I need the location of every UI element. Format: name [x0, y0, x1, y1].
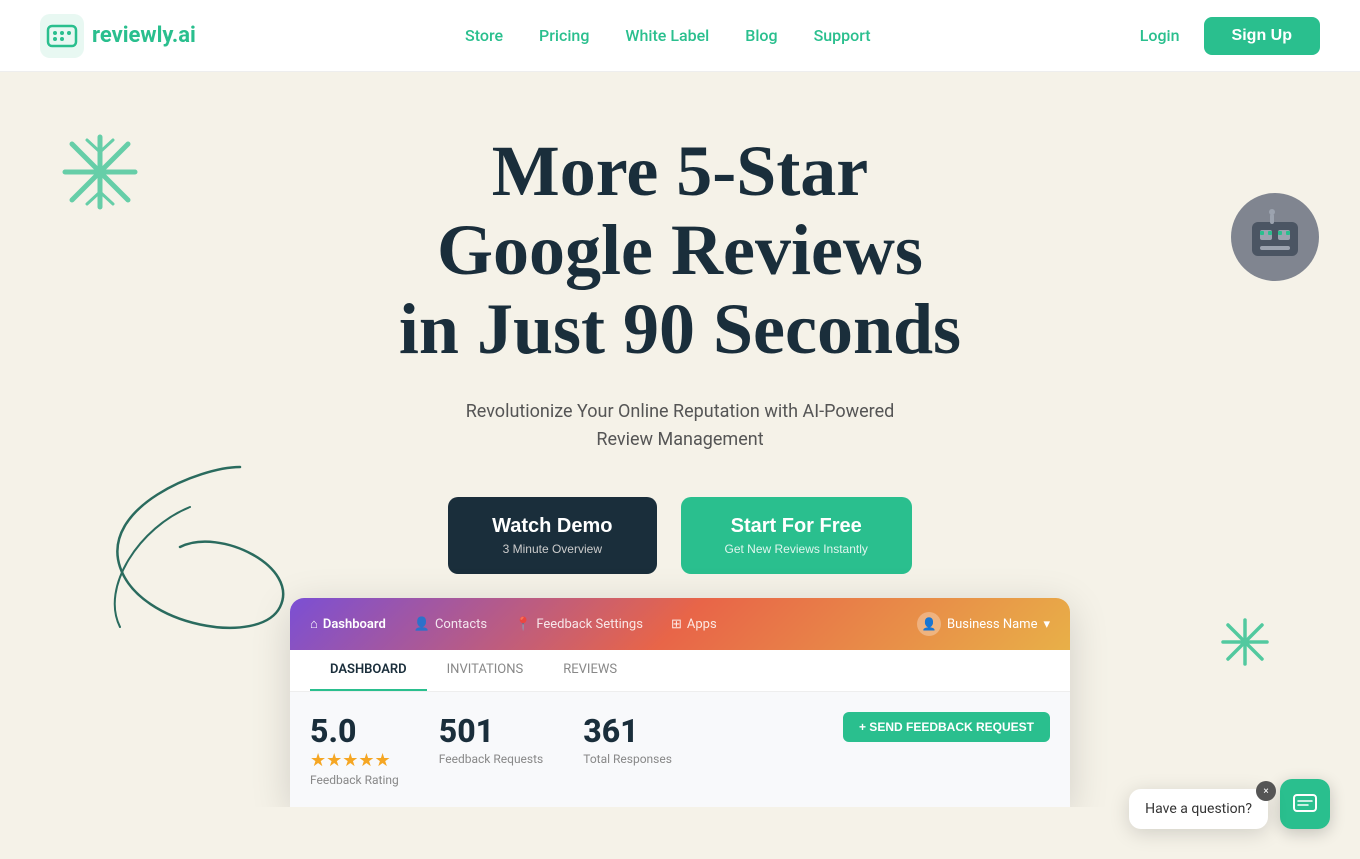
tab-dashboard[interactable]: DASHBOARD [310, 650, 427, 691]
signup-button[interactable]: Sign Up [1204, 17, 1320, 55]
logo[interactable]: reviewly.ai [40, 14, 196, 58]
start-free-sublabel: Get New Reviews Instantly [725, 542, 868, 556]
login-link[interactable]: Login [1140, 26, 1180, 45]
stat-feedback-rating: 5.0 ★★★★★ Feedback Rating [310, 712, 399, 787]
tab-reviews[interactable]: REVIEWS [543, 650, 637, 691]
dashboard-nav: ⌂ Dashboard 👤 Contacts 📍 Feedback Settin… [310, 616, 717, 632]
snowflake-left-icon [60, 132, 140, 212]
nav-links: Store Pricing White Label Blog Support [465, 26, 871, 45]
hero-section: More 5-Star Google Reviews in Just 90 Se… [0, 72, 1360, 807]
dashboard-content: 5.0 ★★★★★ Feedback Rating 501 Feedback R… [290, 692, 1070, 807]
start-free-button[interactable]: Start For Free Get New Reviews Instantly [681, 497, 912, 574]
dashboard-topbar: ⌂ Dashboard 👤 Contacts 📍 Feedback Settin… [290, 598, 1070, 650]
watch-demo-sublabel: 3 Minute Overview [503, 542, 602, 556]
dash-nav-contacts[interactable]: 👤 Contacts [414, 616, 487, 632]
nav-right: Login Sign Up [1140, 17, 1320, 55]
stat-feedback-requests: 501 Feedback Requests [439, 712, 543, 787]
hero-title: More 5-Star Google Reviews in Just 90 Se… [20, 132, 1340, 370]
nav-item-store[interactable]: Store [465, 26, 503, 45]
chat-question-text: Have a question? [1145, 801, 1252, 817]
snowflake-right-icon [1220, 617, 1270, 667]
dashboard-stats: 5.0 ★★★★★ Feedback Rating 501 Feedback R… [310, 712, 823, 787]
chat-bubble: Have a question? × [1129, 789, 1268, 829]
nav-item-pricing[interactable]: Pricing [539, 26, 589, 45]
chat-close-button[interactable]: × [1256, 781, 1276, 801]
logo-icon [40, 14, 84, 58]
dashboard-preview: ⌂ Dashboard 👤 Contacts 📍 Feedback Settin… [290, 598, 1070, 807]
dashboard-tabs: DASHBOARD INVITATIONS REVIEWS [290, 650, 1070, 692]
robot-icon [1230, 192, 1320, 282]
dash-nav-feedback[interactable]: 📍 Feedback Settings [515, 616, 643, 632]
tab-invitations[interactable]: INVITATIONS [427, 650, 544, 691]
stat-total-responses: 361 Total Responses [583, 712, 672, 787]
nav-item-support[interactable]: Support [814, 26, 871, 45]
chat-widget: Have a question? × [1129, 779, 1330, 829]
watch-demo-button[interactable]: Watch Demo 3 Minute Overview [448, 497, 656, 574]
dash-nav-apps[interactable]: ⊞ Apps [671, 616, 717, 632]
dash-nav-dashboard[interactable]: ⌂ Dashboard [310, 616, 386, 632]
chat-icon [1292, 791, 1318, 817]
nav-item-blog[interactable]: Blog [745, 26, 777, 45]
logo-text: reviewly.ai [92, 23, 196, 48]
navbar: reviewly.ai Store Pricing White Label Bl… [0, 0, 1360, 72]
business-name-display: 👤 Business Name ▾ [917, 612, 1050, 636]
chat-icon-button[interactable] [1280, 779, 1330, 829]
scribble-decoration [40, 447, 320, 667]
send-feedback-button[interactable]: + SEND FEEDBACK REQUEST [843, 712, 1050, 742]
nav-item-white-label[interactable]: White Label [625, 26, 709, 45]
